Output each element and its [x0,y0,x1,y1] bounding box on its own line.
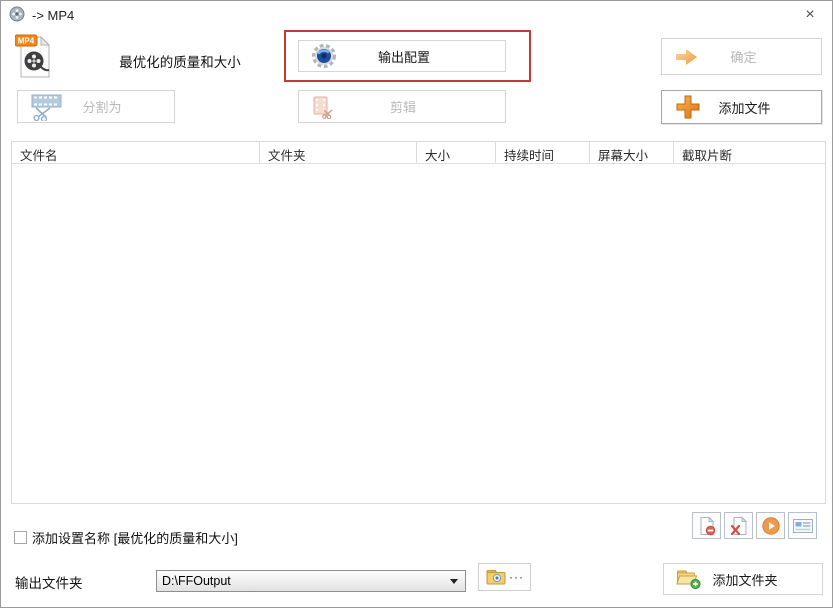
converter-window: -> MP4 × MP4 最优化的质量和大小 输出配置 [0,0,833,608]
close-icon[interactable]: × [799,5,821,25]
play-icon [761,516,781,536]
gear-config-icon [311,43,337,69]
film-scissors-icon [30,93,64,121]
app-icon [9,6,25,22]
mp4-badge-text: MP4 [18,37,35,46]
clip-label: 剪辑 [335,97,505,116]
clip-film-icon [311,95,335,119]
confirm-label: 确定 [700,47,821,66]
append-name-label: 添加设置名称 [最优化的质量和大小] [32,528,238,547]
column-header-filename[interactable]: 文件名 [12,142,260,163]
clip-button[interactable]: 剪辑 [298,90,506,123]
split-button[interactable]: 分割为 [17,90,175,123]
title-bar: -> MP4 × [1,1,832,29]
chevron-down-icon [450,579,458,584]
file-list: 文件名 文件夹 大小 持续时间 屏幕大小 截取片断 [11,141,826,504]
add-folder-label: 添加文件夹 [702,570,822,589]
arrow-right-icon [674,46,700,68]
column-header-clip[interactable]: 截取片断 [674,142,825,163]
mp4-file-icon: MP4 [15,34,53,80]
split-label: 分割为 [64,97,174,116]
delete-file-button[interactable] [724,512,753,539]
browse-dots: ··· [509,570,524,584]
preset-caption: 最优化的质量和大小 [73,51,287,71]
output-folder-value: D:\FFOutput [157,574,450,588]
output-folder-label: 输出文件夹 [15,572,83,592]
column-header-size[interactable]: 大小 [417,142,496,163]
properties-button[interactable] [788,512,817,539]
column-header-screensize[interactable]: 屏幕大小 [590,142,674,163]
append-name-checkbox[interactable] [14,531,27,544]
file-list-header: 文件名 文件夹 大小 持续时间 屏幕大小 截取片断 [12,142,825,164]
doc-remove-icon [697,516,717,536]
window-title: -> MP4 [32,8,74,23]
file-list-body[interactable] [12,164,825,503]
browse-folder-button[interactable]: ··· [478,563,531,591]
doc-delete-icon [729,516,749,536]
confirm-button[interactable]: 确定 [661,38,822,75]
output-folder-select[interactable]: D:\FFOutput [156,570,466,592]
append-name-row: 添加设置名称 [最优化的质量和大小] [14,528,238,547]
add-folder-button[interactable]: 添加文件夹 [663,563,823,595]
column-header-duration[interactable]: 持续时间 [496,142,590,163]
add-file-label: 添加文件 [702,98,821,117]
output-config-label: 输出配置 [337,47,505,66]
plus-icon [674,93,702,121]
add-file-button[interactable]: 添加文件 [661,90,822,124]
column-header-folder[interactable]: 文件夹 [260,142,417,163]
folder-browse-icon [485,568,507,586]
properties-icon [792,517,814,535]
output-config-button[interactable]: 输出配置 [298,40,506,72]
folder-plus-icon [676,568,702,590]
play-button[interactable] [756,512,785,539]
remove-file-button[interactable] [692,512,721,539]
